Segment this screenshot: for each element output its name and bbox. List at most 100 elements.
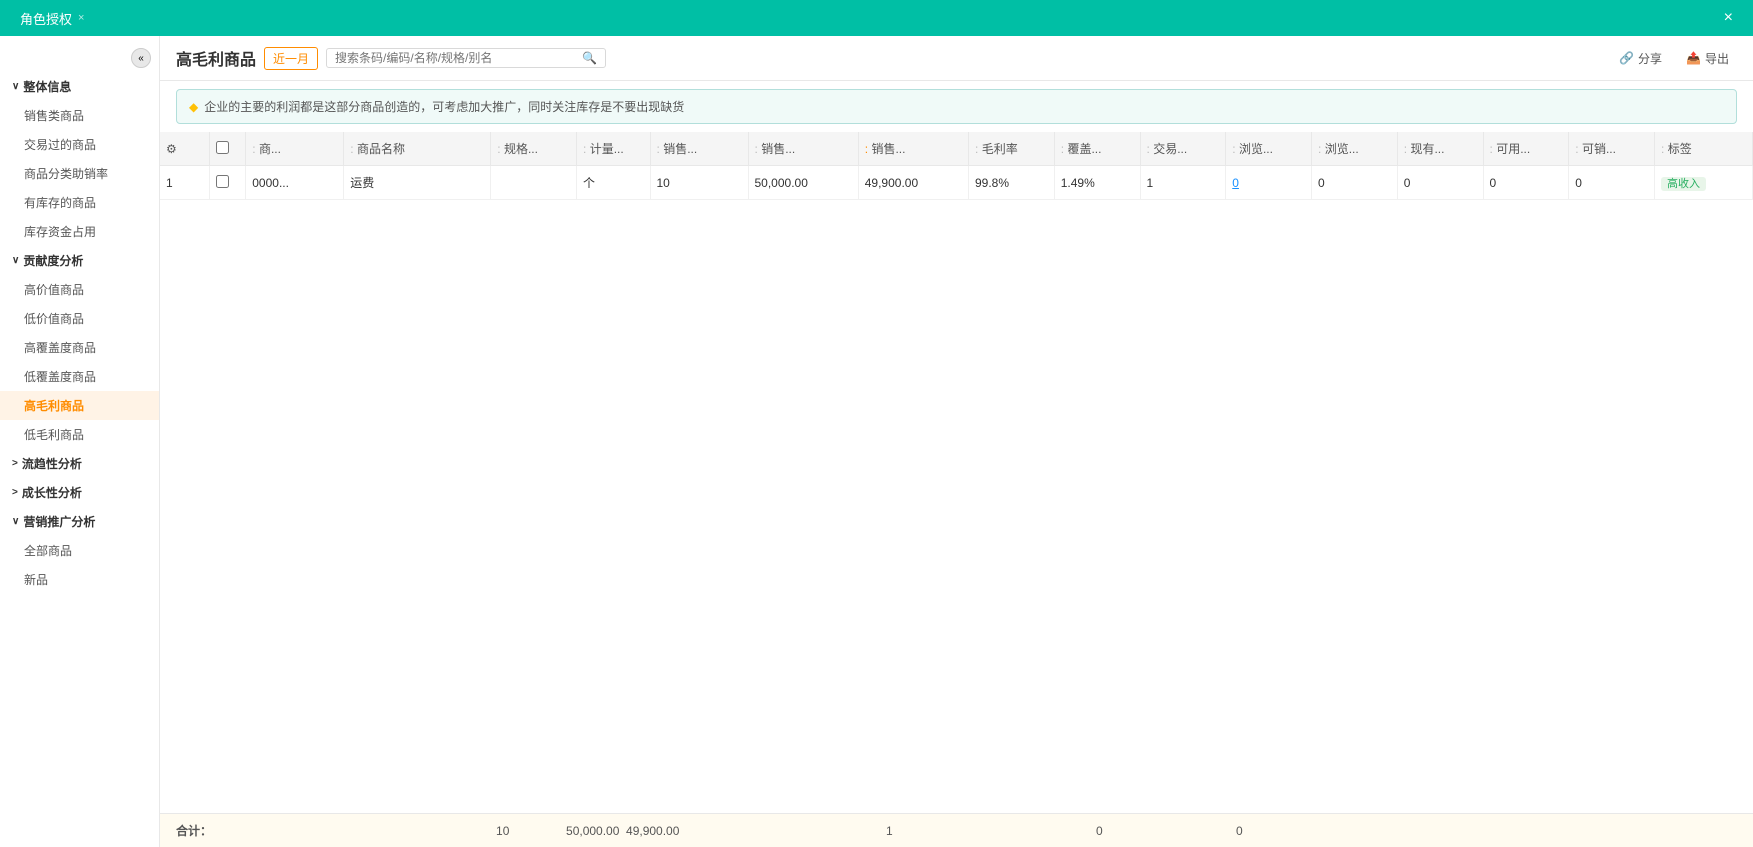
footer-cells: 1050,000.0049,900.00100 [220,824,1737,838]
sidebar-item-高毛利商品[interactable]: 高毛利商品 [0,391,159,420]
available: 0 [1483,166,1569,200]
col-header-11[interactable]: : 交易... [1140,132,1226,166]
col-header-6[interactable]: : 销售... [650,132,748,166]
row-select-checkbox[interactable] [216,175,229,188]
search-input[interactable] [335,51,582,65]
sidebar-item-低覆盖度商品[interactable]: 低覆盖度商品 [0,362,159,391]
col-resize-handle: : [1318,142,1321,156]
browse-link[interactable]: 0 [1232,176,1239,190]
table-container[interactable]: ⚙: 商...: 商品名称: 规格...: 计量...: 销售...: 销售..… [160,132,1753,813]
sidebar-collapse-button[interactable]: « [131,48,151,68]
sidebar-item-低价值商品[interactable]: 低价值商品 [0,304,159,333]
product-spec [491,166,577,200]
footer-cell-13 [1160,824,1230,838]
settings-icon[interactable]: ⚙ [166,142,177,156]
col-header-9[interactable]: : 毛利率 [969,132,1055,166]
col-header-12[interactable]: : 浏览... [1226,132,1312,166]
footer-cell-12: 0 [1090,824,1160,838]
col-header-label: 商... [259,142,281,156]
sidebar-item-高价值商品[interactable]: 高价值商品 [0,275,159,304]
gross-rate: 99.8% [969,166,1055,200]
col-resize-handle: : [1490,142,1493,156]
info-text: 企业的主要的利润都是这部分商品创造的，可考虑加大推广，同时关注库存是不要出现缺货 [204,98,684,115]
footer-cell-7 [700,824,790,838]
footer-cell-5: 50,000.00 [560,824,620,838]
sidebar-group-label: 流趋性分析 [22,455,82,472]
data-table: ⚙: 商...: 商品名称: 规格...: 计量...: 销售...: 销售..… [160,132,1753,200]
col-header-label: 规格... [504,142,538,156]
sidebar-item-商品分类助销率[interactable]: 商品分类助销率 [0,159,159,188]
col-header-3[interactable]: : 商品名称 [344,132,491,166]
sidebar-item-全部商品[interactable]: 全部商品 [0,536,159,565]
col-header-7[interactable]: : 销售... [748,132,858,166]
select-all-checkbox[interactable] [216,141,229,154]
sidebar-item-库存资金占用[interactable]: 库存资金占用 [0,217,159,246]
row-checkbox[interactable] [209,166,246,200]
sidebar-group-成长性分析[interactable]: >成长性分析 [0,478,159,507]
col-resize-handle: : [755,142,758,156]
col-header-4[interactable]: : 规格... [491,132,577,166]
table-body: 10000...运费个1050,000.0049,900.0099.8%1.49… [160,166,1753,200]
footer-cell-14: 0 [1230,824,1300,838]
nav-close-icon[interactable]: × [78,12,84,24]
col-header-8[interactable]: : 销售... [858,132,968,166]
col-header-label: 现有... [1410,142,1444,156]
sales-qty: 10 [650,166,748,200]
export-button[interactable]: 📤 导出 [1678,50,1737,67]
col-header-0[interactable]: ⚙ [160,132,209,166]
product-unit: 个 [577,166,651,200]
sidebar-item-交易过的商品[interactable]: 交易过的商品 [0,130,159,159]
sidebar-item-低毛利商品[interactable]: 低毛利商品 [0,420,159,449]
col-header-1[interactable] [209,132,246,166]
transaction-count: 1 [1140,166,1226,200]
browse2: 0 [1312,166,1398,200]
footer-cell-17 [1440,824,1520,838]
browse1[interactable]: 0 [1226,166,1312,200]
footer-cell-4: 10 [490,824,560,838]
sidebar-item-销售类商品[interactable]: 销售类商品 [0,101,159,130]
col-resize-handle: : [350,142,353,156]
search-icon[interactable]: 🔍 [582,51,597,65]
col-header-10[interactable]: : 覆盖... [1054,132,1140,166]
col-header-label: 计量... [590,142,624,156]
col-header-label: 销售... [871,142,905,156]
search-box: 🔍 [326,48,606,68]
col-resize-handle: : [1061,142,1064,156]
footer-cell-1 [260,824,290,838]
stock: 0 [1397,166,1483,200]
sidebar-group-贡献度分析[interactable]: ∨贡献度分析 [0,246,159,275]
col-header-16[interactable]: : 可销... [1569,132,1655,166]
footer-cell-8 [790,824,880,838]
footer-cell-3 [370,824,490,838]
sidebar-item-新品[interactable]: 新品 [0,565,159,594]
col-resize-handle: : [1147,142,1150,156]
col-header-15[interactable]: : 可用... [1483,132,1569,166]
sidebar-item-有库存的商品[interactable]: 有库存的商品 [0,188,159,217]
sidebar-group-流趋性分析[interactable]: >流趋性分析 [0,449,159,478]
chevron-icon: ∨ [12,516,19,527]
product-tag-badge: 高收入 [1661,177,1706,191]
filter-button[interactable]: 近一月 [264,47,318,70]
col-header-label: 商品名称 [357,142,405,156]
product-tag[interactable]: 高收入 [1655,166,1753,200]
col-header-label: 标签 [1668,142,1692,156]
sidebar-group-营销推广分析[interactable]: ∨营销推广分析 [0,507,159,536]
chevron-icon: ∨ [12,81,19,92]
window-close-button[interactable]: × [1712,9,1745,27]
col-header-17[interactable]: : 标签 [1655,132,1753,166]
col-header-14[interactable]: : 现有... [1397,132,1483,166]
col-header-13[interactable]: : 浏览... [1312,132,1398,166]
col-resize-handle: : [975,142,978,156]
export-icon: 📤 [1686,51,1701,65]
share-button[interactable]: 🔗 分享 [1611,50,1670,67]
nav-item-角色授权[interactable]: 角色授权× [8,0,122,36]
sidebar-item-高覆盖度商品[interactable]: 高覆盖度商品 [0,333,159,362]
sidebar-group-label: 整体信息 [23,78,71,95]
col-header-label: 可销... [1582,142,1616,156]
sidebar-group-整体信息[interactable]: ∨ 整体信息 [0,72,159,101]
main-layout: « ∨ 整体信息销售类商品交易过的商品商品分类助销率有库存的商品库存资金占用∨贡献… [0,36,1753,847]
col-header-2[interactable]: : 商... [246,132,344,166]
sidebar-content: ∨ 整体信息销售类商品交易过的商品商品分类助销率有库存的商品库存资金占用∨贡献度分… [0,72,159,594]
info-icon: ◆ [189,100,198,114]
col-header-5[interactable]: : 计量... [577,132,651,166]
